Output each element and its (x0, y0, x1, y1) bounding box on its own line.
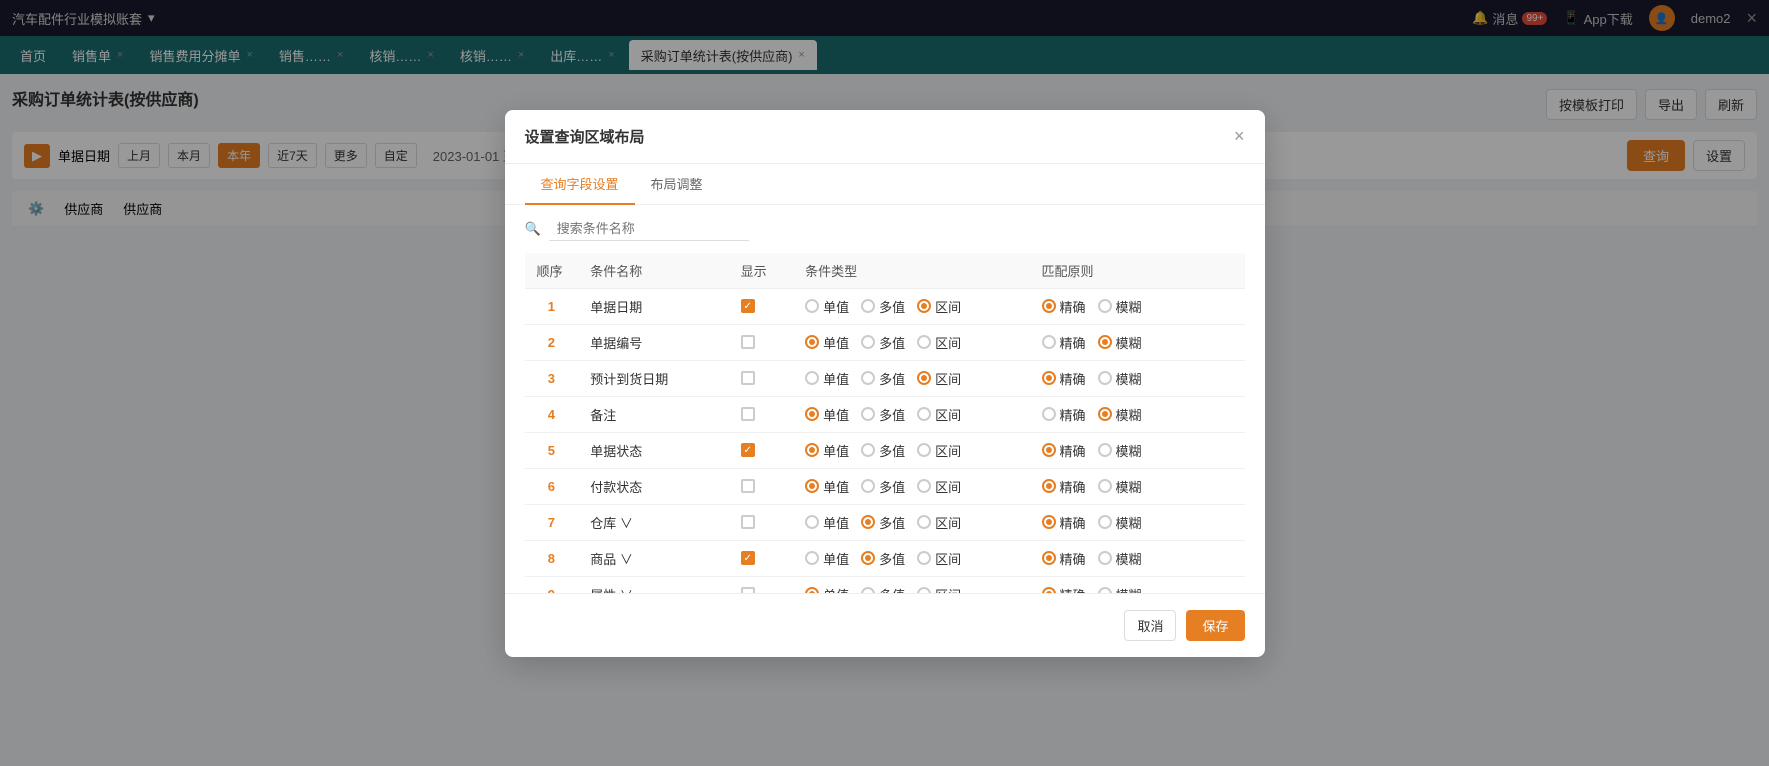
header-show: 显示 (729, 253, 793, 289)
radio-type-2-区间[interactable]: 区间 (917, 369, 961, 388)
header-order: 顺序 (525, 253, 579, 289)
search-box: 🔍 (505, 205, 1265, 253)
radio-type-2-多值[interactable]: 多值 (861, 369, 905, 388)
radio-match-3-模糊[interactable]: 模糊 (1098, 405, 1142, 424)
radio-type-3-区间[interactable]: 区间 (917, 405, 961, 424)
radio-match-7-精确[interactable]: 精确 (1042, 549, 1086, 568)
radio-type-4-多值[interactable]: 多值 (861, 441, 905, 460)
table-row: 2 单据编号 单值 多值 区间 精确 模糊 (525, 324, 1245, 360)
radio-type-4-区间[interactable]: 区间 (917, 441, 961, 460)
dialog-header: 设置查询区域布局 × (505, 110, 1265, 164)
radio-type-4-单值[interactable]: 单值 (805, 441, 849, 460)
show-checkbox-4[interactable]: ✓ (741, 443, 755, 457)
row-name-7: 商品 ∨ (578, 540, 728, 576)
search-icon: 🔍 (525, 221, 541, 237)
settings-table: 顺序 条件名称 显示 条件类型 匹配原则 1 单据日期 ✓ 单值 多值 (525, 253, 1245, 593)
table-row: 5 单据状态 ✓ 单值 多值 区间 精确 模糊 (525, 432, 1245, 468)
radio-match-8-精确[interactable]: 精确 (1042, 585, 1086, 593)
radio-type-1-区间[interactable]: 区间 (917, 333, 961, 352)
radio-type-0-单值[interactable]: 单值 (805, 297, 849, 316)
row-name-3: 备注 (578, 396, 728, 432)
radio-type-1-单值[interactable]: 单值 (805, 333, 849, 352)
radio-type-1-多值[interactable]: 多值 (861, 333, 905, 352)
table-row: 3 预计到货日期 单值 多值 区间 精确 模糊 (525, 360, 1245, 396)
table-row: 4 备注 单值 多值 区间 精确 模糊 (525, 396, 1245, 432)
show-checkbox-3[interactable] (741, 407, 755, 421)
radio-type-5-单值[interactable]: 单值 (805, 477, 849, 496)
show-checkbox-1[interactable] (741, 335, 755, 349)
radio-type-0-区间[interactable]: 区间 (917, 297, 961, 316)
radio-type-8-多值[interactable]: 多值 (861, 585, 905, 593)
radio-match-5-模糊[interactable]: 模糊 (1098, 477, 1142, 496)
settings-dialog: 设置查询区域布局 × 查询字段设置 布局调整 🔍 顺序 条件名称 (505, 110, 1265, 657)
row-name-4: 单据状态 (578, 432, 728, 468)
table-row: 7 仓库 ∨ 单值 多值 区间 精确 模糊 (525, 504, 1245, 540)
show-checkbox-5[interactable] (741, 479, 755, 493)
tab-layout-adjust[interactable]: 布局调整 (635, 164, 719, 205)
radio-type-3-多值[interactable]: 多值 (861, 405, 905, 424)
radio-type-7-多值[interactable]: 多值 (861, 549, 905, 568)
row-name-8: 属性 ∨ (578, 576, 728, 593)
cancel-button[interactable]: 取消 (1124, 610, 1176, 641)
radio-match-0-模糊[interactable]: 模糊 (1098, 297, 1142, 316)
radio-match-2-模糊[interactable]: 模糊 (1098, 369, 1142, 388)
radio-match-1-模糊[interactable]: 模糊 (1098, 333, 1142, 352)
show-checkbox-6[interactable] (741, 515, 755, 529)
search-input[interactable] (549, 217, 749, 241)
table-header-row: 顺序 条件名称 显示 条件类型 匹配原则 (525, 253, 1245, 289)
radio-type-6-多值[interactable]: 多值 (861, 513, 905, 532)
radio-match-0-精确[interactable]: 精确 (1042, 297, 1086, 316)
radio-match-7-模糊[interactable]: 模糊 (1098, 549, 1142, 568)
radio-type-5-区间[interactable]: 区间 (917, 477, 961, 496)
radio-match-2-精确[interactable]: 精确 (1042, 369, 1086, 388)
tab-query-fields[interactable]: 查询字段设置 (525, 164, 635, 205)
show-checkbox-2[interactable] (741, 371, 755, 385)
header-type: 条件类型 (793, 253, 1029, 289)
radio-type-5-多值[interactable]: 多值 (861, 477, 905, 496)
dialog-tab-bar: 查询字段设置 布局调整 (505, 164, 1265, 205)
radio-type-7-单值[interactable]: 单值 (805, 549, 849, 568)
table-row: 1 单据日期 ✓ 单值 多值 区间 精确 模糊 (525, 288, 1245, 324)
radio-match-5-精确[interactable]: 精确 (1042, 477, 1086, 496)
radio-match-3-精确[interactable]: 精确 (1042, 405, 1086, 424)
radio-type-7-区间[interactable]: 区间 (917, 549, 961, 568)
show-checkbox-7[interactable]: ✓ (741, 551, 755, 565)
row-name-5: 付款状态 (578, 468, 728, 504)
radio-type-0-多值[interactable]: 多值 (861, 297, 905, 316)
radio-match-6-模糊[interactable]: 模糊 (1098, 513, 1142, 532)
radio-type-8-区间[interactable]: 区间 (917, 585, 961, 593)
dialog-close-button[interactable]: × (1234, 126, 1245, 147)
dialog-overlay: 设置查询区域布局 × 查询字段设置 布局调整 🔍 顺序 条件名称 (0, 0, 1769, 766)
row-name-2: 预计到货日期 (578, 360, 728, 396)
show-checkbox-0[interactable]: ✓ (741, 299, 755, 313)
table-row: 8 商品 ∨ ✓ 单值 多值 区间 精确 模糊 (525, 540, 1245, 576)
settings-table-scroll: 顺序 条件名称 显示 条件类型 匹配原则 1 单据日期 ✓ 单值 多值 (505, 253, 1265, 593)
row-name-6: 仓库 ∨ (578, 504, 728, 540)
save-button[interactable]: 保存 (1186, 610, 1244, 641)
settings-table-body: 1 单据日期 ✓ 单值 多值 区间 精确 模糊 (525, 288, 1245, 593)
radio-match-8-模糊[interactable]: 模糊 (1098, 585, 1142, 593)
header-name: 条件名称 (578, 253, 728, 289)
table-row: 6 付款状态 单值 多值 区间 精确 模糊 (525, 468, 1245, 504)
row-name-1: 单据编号 (578, 324, 728, 360)
radio-match-4-精确[interactable]: 精确 (1042, 441, 1086, 460)
dialog-title: 设置查询区域布局 (525, 126, 645, 147)
row-name-0: 单据日期 (578, 288, 728, 324)
radio-type-8-单值[interactable]: 单值 (805, 585, 849, 593)
radio-match-1-精确[interactable]: 精确 (1042, 333, 1086, 352)
table-row: 9 属性 ∨ 单值 多值 区间 精确 模糊 (525, 576, 1245, 593)
header-match: 匹配原则 (1030, 253, 1245, 289)
radio-type-2-单值[interactable]: 单值 (805, 369, 849, 388)
radio-type-6-区间[interactable]: 区间 (917, 513, 961, 532)
radio-match-6-精确[interactable]: 精确 (1042, 513, 1086, 532)
radio-type-3-单值[interactable]: 单值 (805, 405, 849, 424)
dialog-footer: 取消 保存 (505, 593, 1265, 657)
radio-match-4-模糊[interactable]: 模糊 (1098, 441, 1142, 460)
radio-type-6-单值[interactable]: 单值 (805, 513, 849, 532)
